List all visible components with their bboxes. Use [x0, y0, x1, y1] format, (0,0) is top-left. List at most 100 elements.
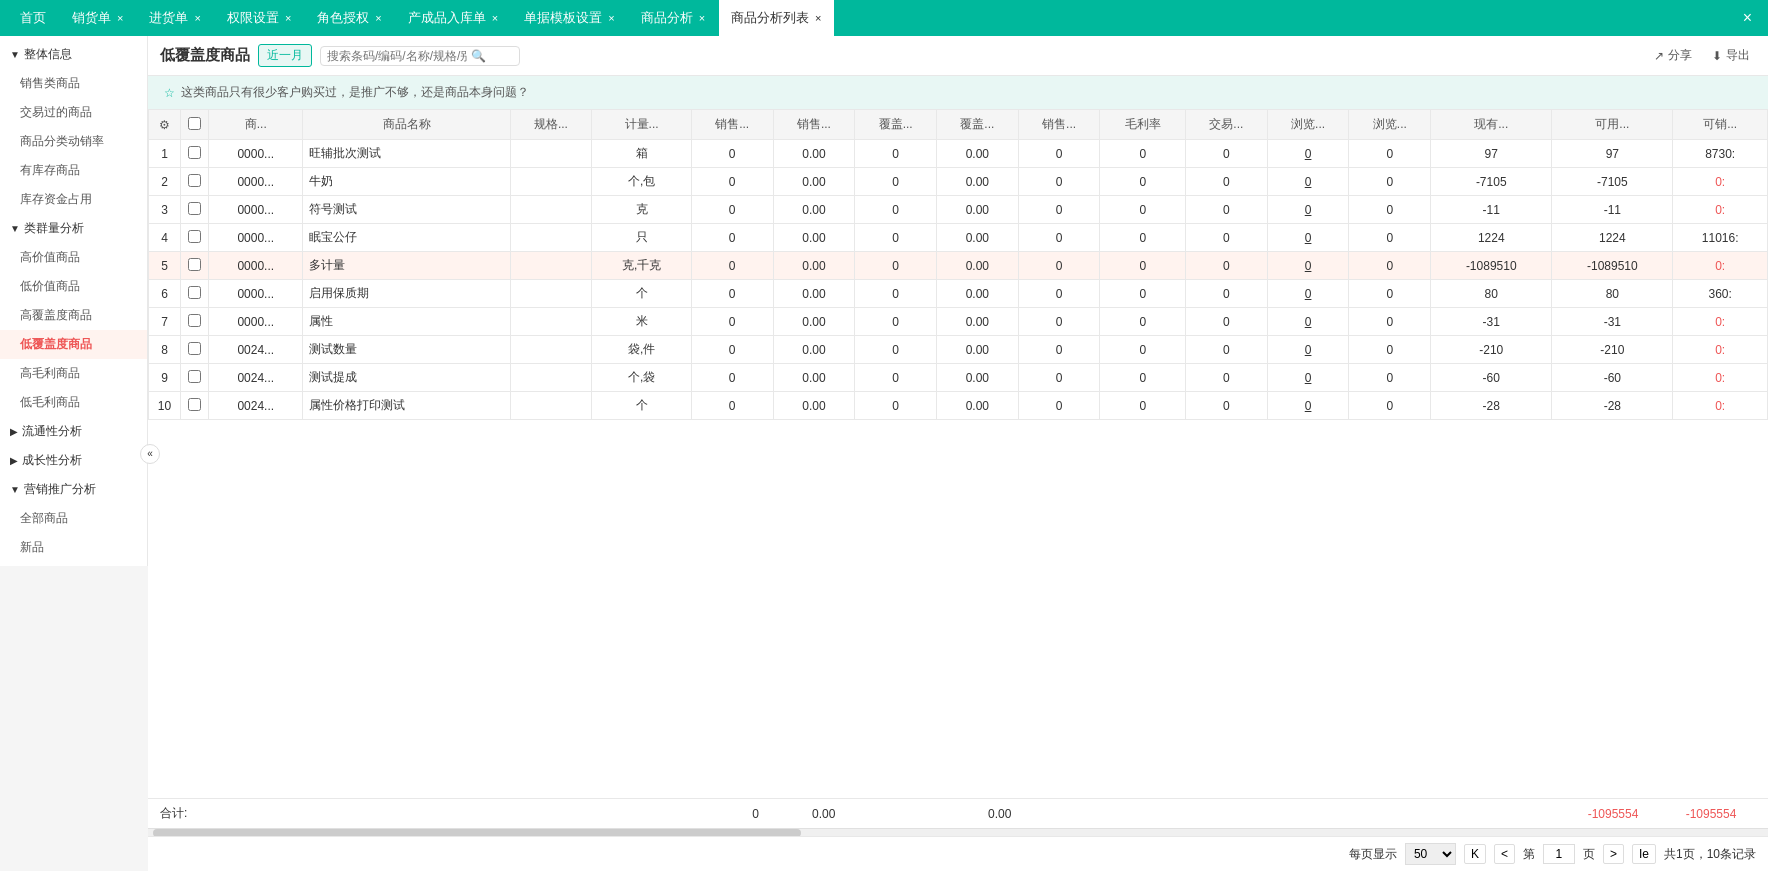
th-trade: 交易... [1185, 110, 1267, 140]
sidebar-section-overall[interactable]: ▼ 整体信息 [0, 40, 147, 69]
row-cover1: 0 [855, 280, 937, 308]
row-checkbox[interactable] [181, 140, 209, 168]
row-spec [510, 224, 592, 252]
sidebar-item-stock-capital[interactable]: 库存资金占用 [0, 185, 147, 214]
sidebar-item-high-margin[interactable]: 高毛利商品 [0, 359, 147, 388]
row-checkbox[interactable] [181, 252, 209, 280]
row-browse1[interactable]: 0 [1267, 392, 1349, 420]
row-checkbox[interactable] [181, 308, 209, 336]
row-checkbox[interactable] [181, 280, 209, 308]
th-settings[interactable]: ⚙ [149, 110, 181, 140]
first-page-button[interactable]: K [1464, 844, 1486, 864]
row-sales-amt: 0.00 [773, 168, 855, 196]
row-checkbox[interactable] [181, 392, 209, 420]
nav-permission[interactable]: 权限设置 × [215, 0, 303, 36]
select-all-checkbox[interactable] [188, 117, 201, 130]
row-browse1[interactable]: 0 [1267, 308, 1349, 336]
nav-product[interactable]: 产成品入库单 × [396, 0, 510, 36]
th-checkbox[interactable] [181, 110, 209, 140]
sidebar-item-low-value[interactable]: 低价值商品 [0, 272, 147, 301]
search-input[interactable] [327, 49, 467, 63]
sidebar-collapse-button[interactable]: « [140, 444, 160, 464]
row-select-checkbox[interactable] [188, 230, 201, 243]
nav-product-label: 产成品入库单 [408, 9, 486, 27]
sidebar-section-marketing[interactable]: ▼ 营销推广分析 [0, 475, 147, 504]
row-checkbox[interactable] [181, 224, 209, 252]
next-page-button[interactable]: > [1603, 844, 1624, 864]
sidebar-item-stock-goods[interactable]: 有库存商品 [0, 156, 147, 185]
row-checkbox[interactable] [181, 196, 209, 224]
sidebar: ▼ 整体信息 销售类商品 交易过的商品 商品分类动销率 有库存商品 库存资金占用… [0, 36, 148, 566]
row-browse1[interactable]: 0 [1267, 224, 1349, 252]
sidebar-item-category-rate[interactable]: 商品分类动销率 [0, 127, 147, 156]
row-sellable: 0: [1673, 168, 1768, 196]
row-select-checkbox[interactable] [188, 314, 201, 327]
row-sales-amt: 0.00 [773, 224, 855, 252]
date-filter-button[interactable]: 近一月 [258, 44, 312, 67]
sidebar-item-all-goods[interactable]: 全部商品 [0, 504, 147, 533]
sidebar-item-sales-goods[interactable]: 销售类商品 [0, 69, 147, 98]
row-available: -11 [1552, 196, 1673, 224]
sidebar-item-traded-goods[interactable]: 交易过的商品 [0, 98, 147, 127]
row-browse1[interactable]: 0 [1267, 252, 1349, 280]
row-select-checkbox[interactable] [188, 342, 201, 355]
row-browse1[interactable]: 0 [1267, 364, 1349, 392]
prev-page-button[interactable]: < [1494, 844, 1515, 864]
nav-template-close[interactable]: × [608, 12, 614, 24]
row-checkbox[interactable] [181, 364, 209, 392]
sidebar-item-high-coverage[interactable]: 高覆盖度商品 [0, 301, 147, 330]
row-browse1[interactable]: 0 [1267, 168, 1349, 196]
row-checkbox[interactable] [181, 168, 209, 196]
row-code: 0024... [209, 364, 303, 392]
nav-analysis[interactable]: 商品分析 × [629, 0, 717, 36]
row-browse1[interactable]: 0 [1267, 280, 1349, 308]
nav-analysis-list-close[interactable]: × [815, 12, 821, 24]
sidebar-section-growth[interactable]: ▶ 成长性分析 [0, 446, 147, 475]
row-checkbox[interactable] [181, 336, 209, 364]
row-browse1[interactable]: 0 [1267, 336, 1349, 364]
nav-purchase-close[interactable]: × [194, 12, 200, 24]
row-browse1[interactable]: 0 [1267, 196, 1349, 224]
export-button[interactable]: ⬇ 导出 [1706, 45, 1756, 66]
row-trade: 0 [1185, 308, 1267, 336]
nav-home[interactable]: 首页 [8, 0, 58, 36]
sidebar-section-group[interactable]: ▼ 类群量分析 [0, 214, 147, 243]
search-icon[interactable]: 🔍 [471, 49, 486, 63]
row-gross-rate: 0 [1100, 168, 1186, 196]
row-code: 0000... [209, 280, 303, 308]
sidebar-item-new-goods[interactable]: 新品 [0, 533, 147, 562]
nav-analysis-list[interactable]: 商品分析列表 × [719, 0, 833, 36]
table-row: 90024...测试提成个,袋00.0000.0000000-60-600: [149, 364, 1768, 392]
sidebar-item-high-value[interactable]: 高价值商品 [0, 243, 147, 272]
last-page-button[interactable]: Ie [1632, 844, 1656, 864]
sidebar-item-low-margin[interactable]: 低毛利商品 [0, 388, 147, 417]
nav-purchase[interactable]: 进货单 × [137, 0, 212, 36]
nav-analysis-close[interactable]: × [699, 12, 705, 24]
nav-role-close[interactable]: × [375, 12, 381, 24]
share-button[interactable]: ↗ 分享 [1648, 45, 1698, 66]
row-select-checkbox[interactable] [188, 174, 201, 187]
nav-sales-close[interactable]: × [117, 12, 123, 24]
sidebar-item-low-coverage[interactable]: 低覆盖度商品 [0, 330, 147, 359]
page-number-input[interactable] [1543, 844, 1575, 864]
per-page-select[interactable]: 50 10 20 100 [1405, 843, 1456, 865]
row-select-checkbox[interactable] [188, 370, 201, 383]
row-select-checkbox[interactable] [188, 258, 201, 271]
nav-sales[interactable]: 销货单 × [60, 0, 135, 36]
nav-analysis-list-label: 商品分析列表 [731, 9, 809, 27]
row-select-checkbox[interactable] [188, 286, 201, 299]
row-select-checkbox[interactable] [188, 398, 201, 411]
nav-global-close[interactable]: × [1735, 9, 1760, 27]
row-unit: 个,袋 [592, 364, 691, 392]
row-cover1: 0 [855, 252, 937, 280]
nav-template[interactable]: 单据模板设置 × [512, 0, 626, 36]
row-gross-rate: 0 [1100, 224, 1186, 252]
nav-role[interactable]: 角色授权 × [305, 0, 393, 36]
horizontal-scrollbar[interactable] [148, 828, 1768, 836]
nav-product-close[interactable]: × [492, 12, 498, 24]
row-browse1[interactable]: 0 [1267, 140, 1349, 168]
row-select-checkbox[interactable] [188, 146, 201, 159]
sidebar-section-flow[interactable]: ▶ 流通性分析 [0, 417, 147, 446]
row-select-checkbox[interactable] [188, 202, 201, 215]
nav-permission-close[interactable]: × [285, 12, 291, 24]
